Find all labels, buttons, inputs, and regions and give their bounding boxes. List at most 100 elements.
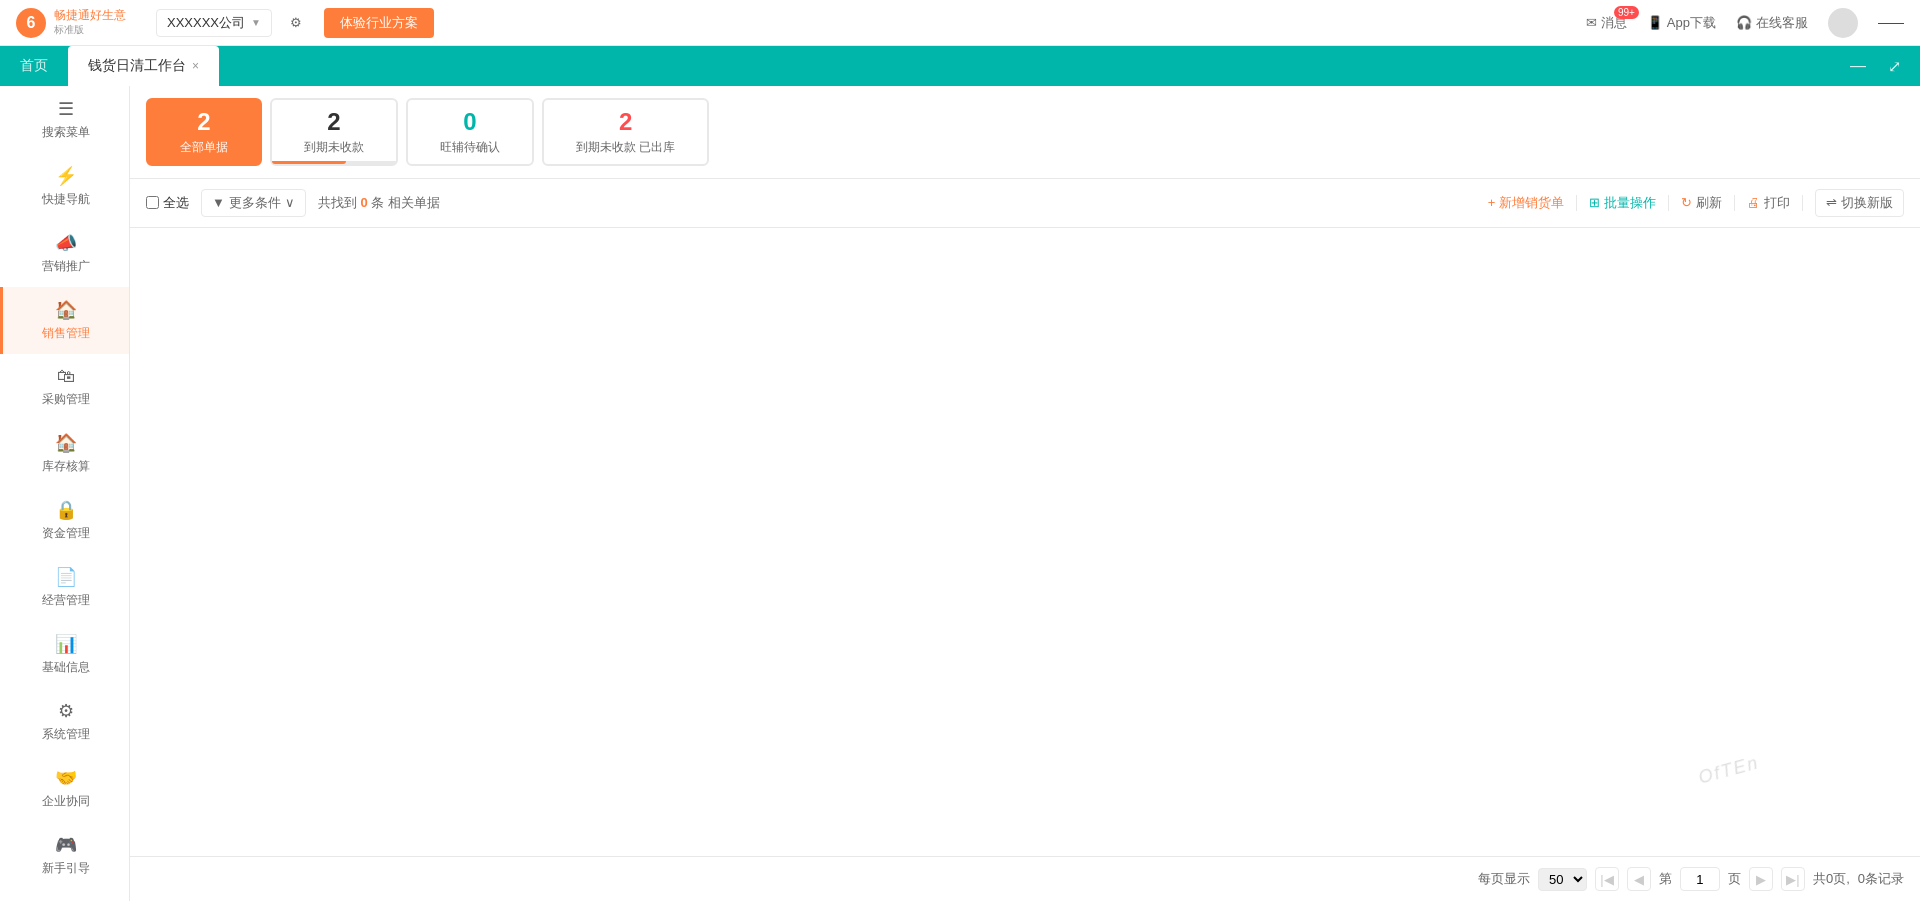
message-icon: ✉ bbox=[1586, 15, 1597, 30]
sidebar-label-enterprise: 企业协同 bbox=[42, 793, 90, 810]
batch-icon: ⊞ bbox=[1589, 195, 1600, 210]
sidebar-item-app-center[interactable]: 📦 应用中心 bbox=[0, 889, 129, 901]
page-input[interactable] bbox=[1680, 867, 1720, 891]
sidebar-item-sales[interactable]: 🏠 销售管理 bbox=[0, 287, 129, 354]
logo-area: 6 畅捷通好生意 标准版 bbox=[16, 8, 146, 38]
new-sale-button[interactable]: + 新增销货单 bbox=[1488, 194, 1564, 212]
print-icon: 🖨 bbox=[1747, 195, 1760, 210]
sidebar-label-search: 搜索菜单 bbox=[42, 124, 90, 141]
filter-button[interactable]: ▼ 更多条件 ∨ bbox=[201, 189, 306, 217]
card-pending-num: 0 bbox=[463, 108, 476, 137]
found-count: 0 bbox=[361, 195, 368, 210]
logo-icon: 6 bbox=[16, 8, 46, 38]
company-selector[interactable]: XXXXXX公司 ▼ bbox=[156, 9, 272, 37]
logo-text: 畅捷通好生意 bbox=[54, 8, 126, 24]
sidebar-item-purchase[interactable]: 🛍 采购管理 bbox=[0, 354, 129, 420]
operations-icon: 📄 bbox=[55, 566, 77, 588]
maximize-icon: ⤢ bbox=[1888, 57, 1901, 76]
lightning-icon: ⚡ bbox=[55, 165, 77, 187]
tab-home[interactable]: 首页 bbox=[0, 46, 68, 86]
sidebar-label-finance: 资金管理 bbox=[42, 525, 90, 542]
sidebar-label-system: 系统管理 bbox=[42, 726, 90, 743]
experience-button[interactable]: 体验行业方案 bbox=[324, 8, 434, 38]
sidebar: ☰ 搜索菜单 ⚡ 快捷导航 📣 营销推广 🏠 销售管理 🛍 采购管理 🏠 库存核… bbox=[0, 86, 130, 901]
nav-minimize-button[interactable]: — bbox=[1844, 52, 1872, 80]
switch-icon: ⇌ bbox=[1826, 195, 1837, 210]
total-pages: 共0页, bbox=[1813, 870, 1850, 888]
batch-label: 批量操作 bbox=[1604, 194, 1656, 212]
marketing-icon: 📣 bbox=[55, 232, 77, 254]
page-suffix: 页 bbox=[1728, 870, 1741, 888]
messages-badge: 99+ bbox=[1614, 6, 1639, 19]
next-page-button[interactable]: ▶ bbox=[1749, 867, 1773, 891]
table-empty bbox=[130, 228, 1920, 628]
tab-home-label: 首页 bbox=[20, 57, 48, 75]
finance-icon: 🔒 bbox=[55, 499, 77, 521]
card-pending[interactable]: 0 旺辅待确认 bbox=[406, 98, 534, 166]
top-header: 6 畅捷通好生意 标准版 XXXXXX公司 ▼ ⚙ 体验行业方案 ✉ 消息 99… bbox=[0, 0, 1920, 46]
sidebar-label-inventory: 库存核算 bbox=[42, 458, 90, 475]
settings-button[interactable]: ⚙ bbox=[280, 7, 312, 39]
messages-button[interactable]: ✉ 消息 99+ bbox=[1586, 14, 1627, 32]
select-all-checkbox[interactable]: 全选 bbox=[146, 194, 189, 212]
app-download-button[interactable]: 📱 App下载 bbox=[1647, 14, 1716, 32]
sidebar-item-quick-nav[interactable]: ⚡ 快捷导航 bbox=[0, 153, 129, 220]
card-all-num: 2 bbox=[197, 108, 210, 137]
sidebar-item-search-menu[interactable]: ☰ 搜索菜单 bbox=[0, 86, 129, 153]
nav-maximize-button[interactable]: ⤢ bbox=[1880, 52, 1908, 80]
sidebar-item-finance[interactable]: 🔒 资金管理 bbox=[0, 487, 129, 554]
main-layout: ☰ 搜索菜单 ⚡ 快捷导航 📣 营销推广 🏠 销售管理 🛍 采购管理 🏠 库存核… bbox=[0, 86, 1920, 901]
tab-close-icon[interactable]: × bbox=[192, 59, 199, 73]
sidebar-label-purchase: 采购管理 bbox=[42, 391, 90, 408]
sidebar-item-marketing[interactable]: 📣 营销推广 bbox=[0, 220, 129, 287]
page-label: 第 bbox=[1659, 870, 1672, 888]
sidebar-label-sales: 销售管理 bbox=[42, 325, 90, 342]
inventory-icon: 🏠 bbox=[55, 432, 77, 454]
switch-label: 切换新版 bbox=[1841, 194, 1893, 212]
refresh-button[interactable]: ↻ 刷新 bbox=[1681, 194, 1722, 212]
card-overdue-out-label: 到期未收款 已出库 bbox=[576, 139, 675, 156]
sidebar-item-system[interactable]: ⚙ 系统管理 bbox=[0, 688, 129, 755]
sidebar-label-guide: 新手引导 bbox=[42, 860, 90, 877]
divider-1 bbox=[1576, 195, 1577, 211]
header-right: ✉ 消息 99+ 📱 App下载 🎧 在线客服 —— bbox=[1586, 8, 1904, 38]
pagination-bar: 每页显示 50 |◀ ◀ 第 页 ▶ ▶| 共0页, 0条记录 bbox=[130, 856, 1920, 901]
sidebar-item-inventory[interactable]: 🏠 库存核算 bbox=[0, 420, 129, 487]
sidebar-label-operations: 经营管理 bbox=[42, 592, 90, 609]
app-download-icon: 📱 bbox=[1647, 15, 1663, 30]
nav-tab-actions: — ⤢ bbox=[1844, 52, 1920, 80]
card-all[interactable]: 2 全部单据 bbox=[146, 98, 262, 166]
table-area bbox=[130, 228, 1920, 856]
sidebar-item-operations[interactable]: 📄 经营管理 bbox=[0, 554, 129, 621]
enterprise-icon: 🤝 bbox=[55, 767, 77, 789]
sales-icon: 🏠 bbox=[55, 299, 77, 321]
card-overdue-label: 到期未收款 bbox=[304, 139, 364, 156]
sidebar-label-quicknav: 快捷导航 bbox=[42, 191, 90, 208]
batch-ops-button[interactable]: ⊞ 批量操作 bbox=[1589, 194, 1656, 212]
checkbox-input[interactable] bbox=[146, 196, 159, 209]
divider-2 bbox=[1668, 195, 1669, 211]
sidebar-item-guide[interactable]: 🎮 新手引导 bbox=[0, 822, 129, 889]
purchase-icon: 🛍 bbox=[57, 366, 75, 387]
tab-cash-flow-label: 钱货日清工作台 bbox=[88, 57, 186, 75]
tab-cash-flow[interactable]: 钱货日清工作台 × bbox=[68, 46, 219, 86]
sidebar-item-basic-info[interactable]: 📊 基础信息 bbox=[0, 621, 129, 688]
card-overdue-out[interactable]: 2 到期未收款 已出库 bbox=[542, 98, 709, 166]
per-page-select[interactable]: 50 bbox=[1538, 868, 1587, 891]
settings-icon: ⚙ bbox=[290, 15, 302, 30]
last-page-button[interactable]: ▶| bbox=[1781, 867, 1805, 891]
online-service-button[interactable]: 🎧 在线客服 bbox=[1736, 14, 1808, 32]
avatar[interactable] bbox=[1828, 8, 1858, 38]
card-overdue[interactable]: 2 到期未收款 bbox=[270, 98, 398, 166]
progress-bar-container bbox=[272, 161, 396, 164]
switch-version-button[interactable]: ⇌ 切换新版 bbox=[1815, 189, 1904, 217]
sidebar-label-basic: 基础信息 bbox=[42, 659, 90, 676]
card-overdue-num: 2 bbox=[327, 108, 340, 137]
toolbar: 全选 ▼ 更多条件 ∨ 共找到 0 条 相关单据 + 新增销货单 ⊞ 批量操作 bbox=[130, 179, 1920, 228]
print-button[interactable]: 🖨 打印 bbox=[1747, 194, 1790, 212]
sidebar-item-enterprise[interactable]: 🤝 企业协同 bbox=[0, 755, 129, 822]
first-page-button[interactable]: |◀ bbox=[1595, 867, 1619, 891]
refresh-label: 刷新 bbox=[1696, 194, 1722, 212]
prev-page-button[interactable]: ◀ bbox=[1627, 867, 1651, 891]
select-all-label: 全选 bbox=[163, 194, 189, 212]
